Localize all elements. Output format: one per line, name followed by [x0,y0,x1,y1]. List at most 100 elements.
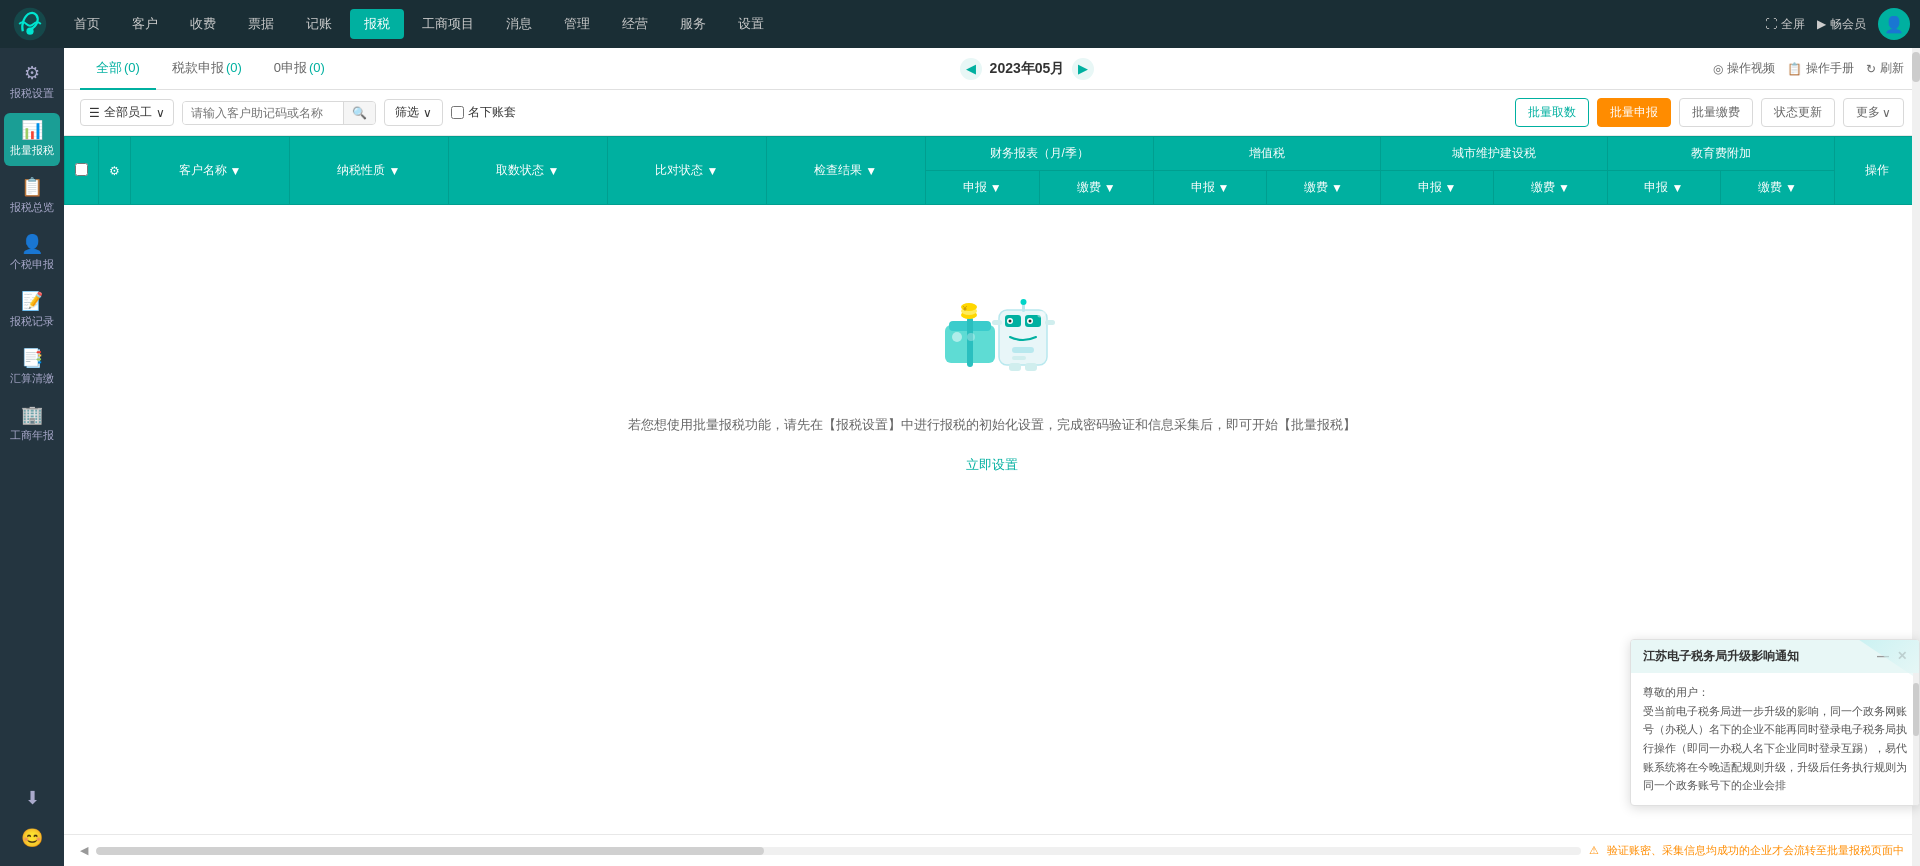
vip-button[interactable]: ▶ 畅会员 [1817,16,1866,33]
employee-select-arrow: ∨ [156,106,165,120]
more-button[interactable]: 更多 ∨ [1843,98,1904,127]
th-check-result-filter-icon[interactable]: ▼ [865,164,877,178]
manual-icon: 📋 [1787,62,1802,76]
operation-video-button[interactable]: ◎ 操作视频 [1713,60,1775,77]
th-vat-pay-filter[interactable]: ▼ [1331,181,1343,195]
refresh-icon: ↻ [1866,62,1876,76]
refresh-button[interactable]: ↻ 刷新 [1866,60,1904,77]
tab-all[interactable]: 全部(0) [80,48,156,90]
nav-invoice[interactable]: 票据 [234,9,288,39]
th-financial-declare: 申报▼ [925,171,1039,205]
sidebar-item-tax-settings[interactable]: ⚙ 报税设置 [4,56,60,109]
sidebar-item-annual-settlement[interactable]: 📑 汇算清缴 [4,341,60,394]
th-edu-declare-filter[interactable]: ▼ [1671,181,1683,195]
select-all-checkbox[interactable] [75,163,88,176]
status-update-button[interactable]: 状态更新 [1761,98,1835,127]
sidebar-item-personal-tax[interactable]: 👤 个税申报 [4,227,60,280]
more-label: 更多 [1856,104,1880,121]
scroll-left-arrow[interactable]: ◀ [80,844,88,857]
user-button[interactable]: 😊 [16,822,48,854]
th-city-pay-filter[interactable]: ▼ [1558,181,1570,195]
nav-tax[interactable]: 报税 [350,9,404,39]
svg-text:¥: ¥ [963,305,967,312]
nav-messages[interactable]: 消息 [492,9,546,39]
notification-scrollbar[interactable] [1913,673,1919,805]
th-fetch-status-filter-icon[interactable]: ▼ [547,164,559,178]
nav-management[interactable]: 管理 [550,9,604,39]
period-next[interactable]: ▶ [1072,58,1094,80]
th-tax-nature: 纳税性质▼ [289,137,448,205]
bottom-bar: ◀ ⚠ 验证账密、采集信息均成功的企业才会流转至批量报税页面中 [64,834,1920,866]
nav-menu: 首页 客户 收费 票据 记账 报税 工商项目 消息 管理 经营 服务 设置 [60,9,1765,39]
empty-state: ¥ [65,205,1920,514]
th-city-declare-filter[interactable]: ▼ [1445,181,1457,195]
warn-message: 验证账密、采集信息均成功的企业才会流转至批量报税页面中 [1607,843,1904,858]
sidebar-item-tax-overview[interactable]: 📋 报税总览 [4,170,60,223]
fullscreen-button[interactable]: ⛶ 全屏 [1765,16,1805,33]
download-button[interactable]: ⬇ [16,782,48,814]
sidebar-item-annual-report[interactable]: 🏢 工商年报 [4,398,60,451]
svg-point-14 [1009,320,1012,323]
video-icon: ◎ [1713,62,1723,76]
checkbox-account[interactable] [451,106,464,119]
checkbox-account-label[interactable]: 名下账套 [451,104,516,121]
tab-tax-declare[interactable]: 税款申报(0) [156,48,258,90]
notification-body: 尊敬的用户： 受当前电子税务局进一步升级的影响，同一个政务网账号（办税人）名下的… [1631,673,1919,805]
nav-customer[interactable]: 客户 [118,9,172,39]
tab-zero-declare-label: 0申报 [274,59,307,77]
search-button[interactable]: 🔍 [343,102,375,124]
nav-home[interactable]: 首页 [60,9,114,39]
app-logo[interactable] [10,4,50,44]
user-avatar[interactable]: 👤 [1878,8,1910,40]
batch-fetch-button[interactable]: 批量取数 [1515,98,1589,127]
search-input[interactable] [183,102,343,124]
batch-pay-button[interactable]: 批量缴费 [1679,98,1753,127]
employee-select-label: 全部员工 [104,104,152,121]
tab-all-label: 全部 [96,59,122,77]
nav-settings[interactable]: 设置 [724,9,778,39]
th-tax-nature-filter-icon[interactable]: ▼ [388,164,400,178]
horizontal-scrollbar[interactable] [96,847,1581,855]
sidebar-item-batch-tax[interactable]: 📊 批量报税 [4,113,60,166]
th-city-pay: 缴费▼ [1494,171,1607,205]
nav-accounting[interactable]: 记账 [292,9,346,39]
svg-point-25 [1021,299,1027,305]
sidebar-bottom: ⬇ 😊 [16,782,48,866]
th-edu-pay-filter[interactable]: ▼ [1785,181,1797,195]
th-edu-declare: 申报▼ [1607,171,1720,205]
sidebar-item-tax-records[interactable]: 📝 报税记录 [4,284,60,337]
search-box: 🔍 [182,101,376,125]
th-vat-declare-filter[interactable]: ▼ [1218,181,1230,195]
notif-content: 受当前电子税务局进一步升级的影响，同一个政务网账号（办税人）名下的企业不能再同时… [1643,702,1907,795]
th-compare-status-filter-icon[interactable]: ▼ [706,164,718,178]
sidebar-label-tax-overview: 报税总览 [10,200,54,215]
vip-icon: ▶ [1817,17,1826,31]
tab-zero-declare[interactable]: 0申报(0) [258,48,341,90]
filter-label: 筛选 [395,104,419,121]
th-client-filter-icon[interactable]: ▼ [230,164,242,178]
svg-rect-19 [1012,356,1026,360]
empty-message: 若您想使用批量报税功能，请先在【报税设置】中进行报税的初始化设置，完成密码验证和… [628,415,1356,436]
th-compare-status: 比对状态▼ [607,137,766,205]
th-fin-pay-filter[interactable]: ▼ [1104,181,1116,195]
notification-popup: 江苏电子税务局升级影响通知 — ✕ 尊敬的用户： 受当前电子税务局进一步升级的影… [1630,639,1920,806]
th-fin-declare-filter[interactable]: ▼ [990,181,1002,195]
annual-settlement-icon: 📑 [21,349,43,367]
batch-declare-button[interactable]: 批量申报 [1597,98,1671,127]
tab-tax-declare-label: 税款申报 [172,59,224,77]
annual-report-icon: 🏢 [21,406,43,424]
robot-illustration: ¥ [927,265,1057,395]
period-prev[interactable]: ◀ [960,58,982,80]
nav-business[interactable]: 工商项目 [408,9,488,39]
th-financial-report-group: 财务报表（月/季） [925,137,1153,171]
nav-billing[interactable]: 收费 [176,9,230,39]
setup-link[interactable]: 立即设置 [966,456,1018,474]
nav-service[interactable]: 服务 [666,9,720,39]
settings-icon[interactable]: ⚙ [109,164,120,178]
employee-select[interactable]: ☰ 全部员工 ∨ [80,99,174,126]
operation-manual-button[interactable]: 📋 操作手册 [1787,60,1854,77]
nav-operations[interactable]: 经营 [608,9,662,39]
filter-button[interactable]: 筛选 ∨ [384,99,443,126]
right-scrollbar-thumb [1912,52,1920,82]
warn-icon: ⚠ [1589,844,1599,857]
